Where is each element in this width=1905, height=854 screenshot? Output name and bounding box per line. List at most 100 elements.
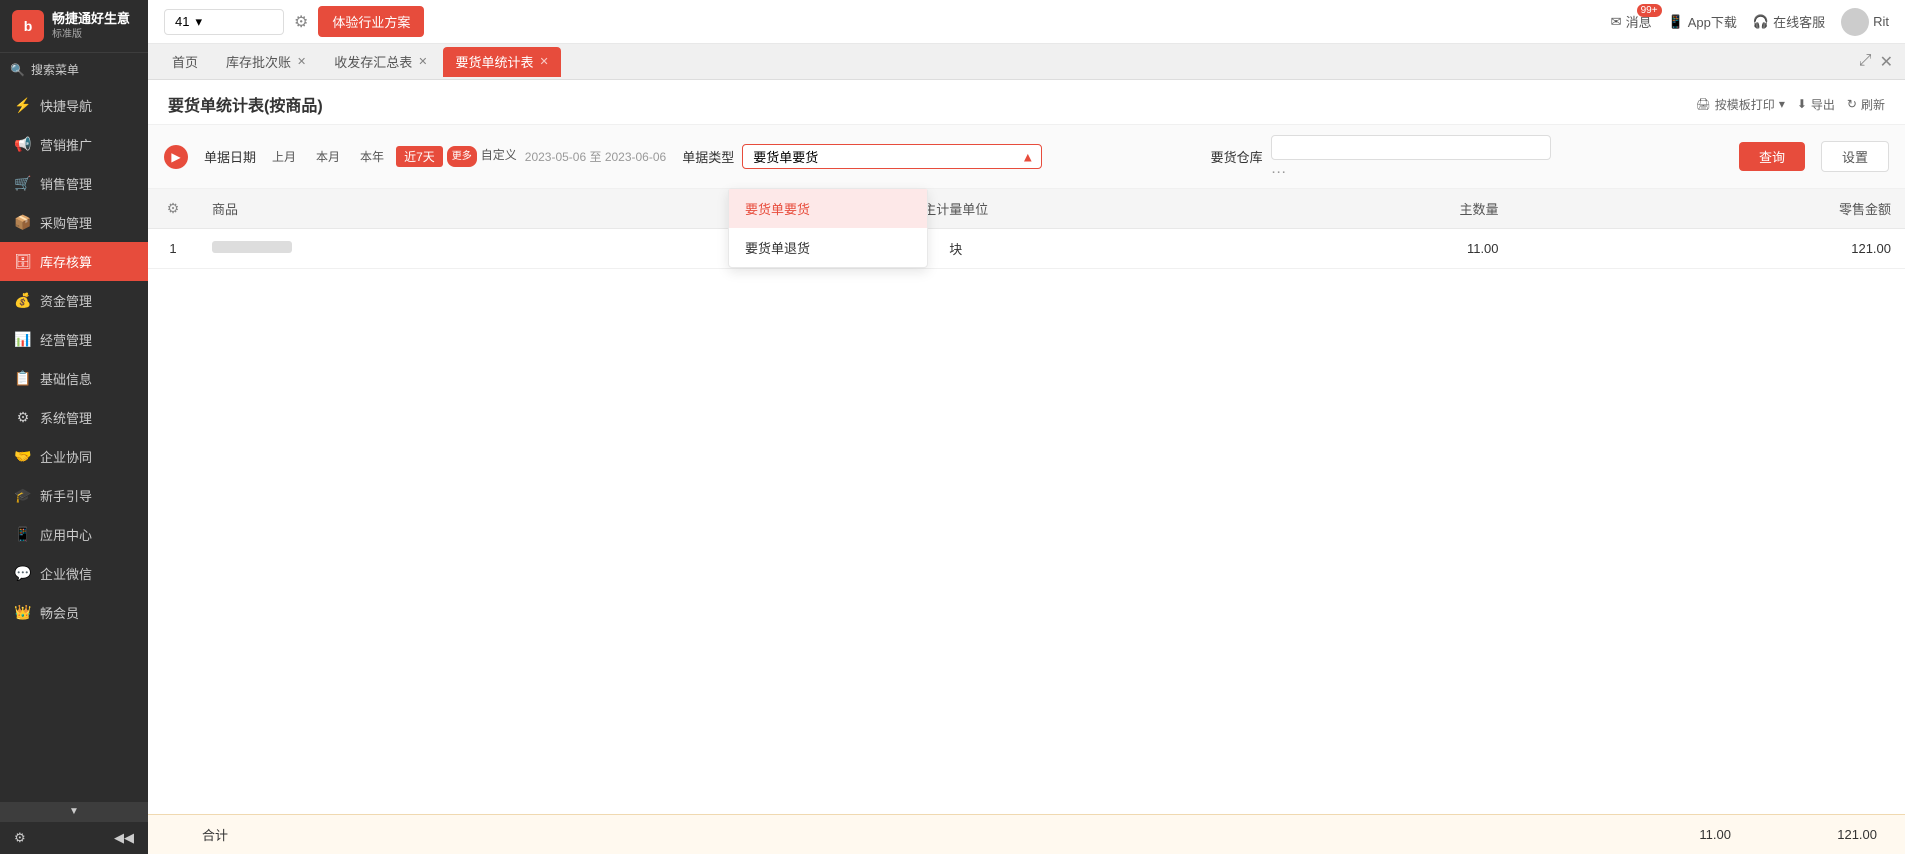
date-this-year[interactable]: 本年 (352, 146, 392, 167)
app-download-btn[interactable]: 📱 App下载 (1668, 12, 1737, 31)
chevron-down-icon: ▾ (195, 14, 202, 30)
tab-bar: 首页 库存批次账 ✕ 收发存汇总表 ✕ 要货单统计表 ✕ ⤢ ✕ (148, 44, 1905, 80)
warehouse-filter-input[interactable] (1271, 135, 1551, 160)
sales-icon: 🛒 (14, 175, 32, 193)
message-icon: ✉ (1611, 14, 1622, 30)
dropdown-item-order-ret[interactable]: 要货单退货 (729, 228, 927, 267)
tab-close-receive-summary[interactable]: ✕ (418, 55, 427, 68)
search-menu[interactable]: 🔍 搜索菜单 (0, 53, 148, 86)
logo-icon: b (12, 10, 44, 42)
message-badge: 99+ (1637, 4, 1662, 17)
tab-close-all-icon[interactable]: ✕ (1880, 52, 1893, 72)
sidebar-item-member[interactable]: 👑 畅会员 (0, 593, 148, 632)
row-amount: 121.00 (1513, 229, 1905, 269)
page-title: 要货单统计表(按商品) (168, 92, 323, 116)
print-btn[interactable]: 🖨 按模板打印 ▾ (1696, 96, 1785, 113)
sidebar-item-marketing[interactable]: 📢 营销推广 (0, 125, 148, 164)
topbar-left: 41 ▾ ⚙ 体验行业方案 (164, 6, 1599, 37)
footer-qty: 11.00 (1651, 827, 1771, 842)
warehouse-filter-group: 要货仓库 … (1211, 135, 1723, 178)
tab-maximize-icon[interactable]: ⤢ (1859, 52, 1872, 72)
export-icon: ⬇ (1797, 97, 1807, 111)
store-selector[interactable]: 41 ▾ (164, 9, 284, 35)
more-options-icon[interactable]: … (1271, 160, 1287, 177)
member-icon: 👑 (14, 604, 32, 622)
sidebar-item-purchase[interactable]: 📦 采购管理 (0, 203, 148, 242)
filter-expand-btn[interactable]: ▶ (164, 145, 188, 169)
sidebar-item-sales[interactable]: 🛒 销售管理 (0, 164, 148, 203)
sidebar-item-operations[interactable]: 📊 经营管理 (0, 320, 148, 359)
data-table: ⚙ 商品 主计量单位 主数量 零售金额 1 块 (148, 189, 1905, 269)
sidebar-item-basic[interactable]: 📋 基础信息 (0, 359, 148, 398)
dropdown-item-order-req[interactable]: 要货单要货 (729, 189, 927, 228)
settings-gear-icon[interactable]: ⚙ (294, 12, 308, 32)
main-area: 41 ▾ ⚙ 体验行业方案 ✉ 消息 99+ 📱 App下载 🎧 在线客服 R (148, 0, 1905, 854)
col-settings: ⚙ (148, 189, 198, 229)
topbar: 41 ▾ ⚙ 体验行业方案 ✉ 消息 99+ 📱 App下载 🎧 在线客服 R (148, 0, 1905, 44)
date-filter-label: 单据日期 (204, 147, 256, 166)
date-more-badge[interactable]: 更多 (447, 146, 477, 167)
wechat-icon: 💬 (14, 565, 32, 583)
message-btn[interactable]: ✉ 消息 99+ (1611, 12, 1652, 31)
date-filter-group: 单据日期 上月 本月 本年 近7天 更多 自定义 2023-05-06 至 20… (204, 146, 666, 167)
tab-close-inventory-batch[interactable]: ✕ (297, 55, 306, 68)
date-last-month[interactable]: 上月 (264, 146, 304, 167)
sidebar-item-system[interactable]: ⚙ 系统管理 (0, 398, 148, 437)
sidebar-item-inventory[interactable]: 🗄 库存核算 (0, 242, 148, 281)
settings-icon[interactable]: ⚙ (14, 830, 26, 846)
sidebar-item-enterprise[interactable]: 🤝 企业协同 (0, 437, 148, 476)
trial-btn[interactable]: 体验行业方案 (318, 6, 424, 37)
guide-icon: 🎓 (14, 487, 32, 505)
warehouse-filter-label: 要货仓库 (1211, 147, 1263, 166)
purchase-icon: 📦 (14, 214, 32, 232)
quick-nav-icon: ⚡ (14, 97, 32, 115)
sidebar-nav: ⚡ 快捷导航 📢 营销推广 🛒 销售管理 📦 采购管理 🗄 库存核算 💰 资金管… (0, 86, 148, 802)
sidebar-item-wechat[interactable]: 💬 企业微信 (0, 554, 148, 593)
page-header: 要货单统计表(按商品) 🖨 按模板打印 ▾ ⬇ 导出 ↻ 刷新 (148, 80, 1905, 125)
search-icon: 🔍 (10, 63, 25, 77)
tab-home[interactable]: 首页 (160, 47, 210, 77)
tab-close-order-stats[interactable]: ✕ (540, 55, 549, 68)
type-filter-input[interactable] (742, 144, 1042, 169)
query-button[interactable]: 查询 (1739, 142, 1805, 171)
col-product-header: 商品 (198, 189, 728, 229)
sidebar-item-finance[interactable]: 💰 资金管理 (0, 281, 148, 320)
type-filter-group: 单据类型 ▲ (682, 144, 1194, 169)
tab-inventory-batch[interactable]: 库存批次账 ✕ (214, 47, 318, 77)
store-number: 41 (175, 14, 189, 29)
chevron-down-icon: ▾ (1779, 97, 1785, 111)
date-custom-btn[interactable]: 自定义 (481, 146, 517, 167)
appstore-icon: 📱 (14, 526, 32, 544)
marketing-icon: 📢 (14, 136, 32, 154)
sidebar-scroll-down[interactable]: ▼ (0, 802, 148, 821)
table-row: 1 块 11.00 121.00 (148, 229, 1905, 269)
table-header: ⚙ 商品 主计量单位 主数量 零售金额 (148, 189, 1905, 229)
sidebar-item-quick-nav[interactable]: ⚡ 快捷导航 (0, 86, 148, 125)
collapse-icon[interactable]: ◀◀ (114, 830, 134, 846)
operations-icon: 📊 (14, 331, 32, 349)
page-content: 要货单统计表(按商品) 🖨 按模板打印 ▾ ⬇ 导出 ↻ 刷新 ▶ (148, 80, 1905, 854)
sidebar-item-appstore[interactable]: 📱 应用中心 (0, 515, 148, 554)
type-filter-label: 单据类型 (682, 147, 734, 166)
user-avatar[interactable]: Rit (1841, 8, 1889, 36)
settings-gear[interactable]: ⚙ (167, 200, 180, 216)
online-service-btn[interactable]: 🎧 在线客服 (1753, 12, 1825, 31)
tab-order-stats[interactable]: 要货单统计表 ✕ (443, 47, 560, 77)
export-btn[interactable]: ⬇ 导出 (1797, 96, 1835, 113)
col-amount-header: 零售金额 (1513, 189, 1905, 229)
row-qty: 11.00 (1184, 229, 1513, 269)
basic-icon: 📋 (14, 370, 32, 388)
refresh-btn[interactable]: ↻ 刷新 (1847, 96, 1885, 113)
settings-button[interactable]: 设置 (1821, 141, 1889, 172)
row-product (198, 229, 728, 269)
sidebar-item-guide[interactable]: 🎓 新手引导 (0, 476, 148, 515)
footer-amount: 121.00 (1771, 827, 1891, 842)
table-body: 1 块 11.00 121.00 (148, 229, 1905, 269)
chevron-up-icon[interactable]: ▲ (1021, 149, 1034, 164)
date-this-month[interactable]: 本月 (308, 146, 348, 167)
app-logo: b 畅捷通好生意 标准版 (0, 0, 148, 53)
footer-total-label: 合计 (162, 825, 362, 844)
date-last-7days[interactable]: 近7天 (396, 146, 443, 167)
tab-receive-summary[interactable]: 收发存汇总表 ✕ (322, 47, 439, 77)
product-placeholder (212, 241, 292, 253)
